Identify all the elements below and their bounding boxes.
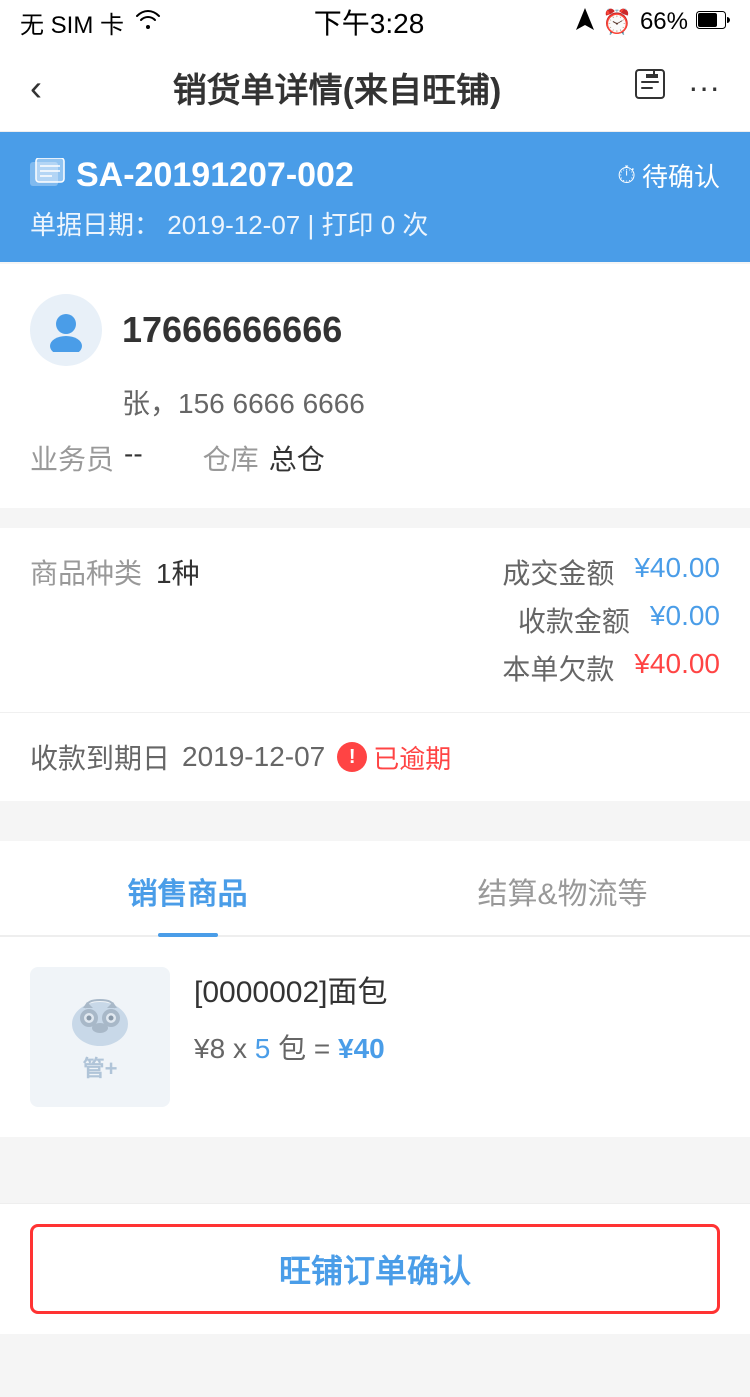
owed-label: 本单欠款 bbox=[502, 648, 614, 688]
customer-top: 17666666666 bbox=[30, 294, 720, 366]
order-header-card: SA-20191207-002 ⏱ 待确认 单据日期： 2019-12-07 |… bbox=[0, 132, 750, 262]
confirm-order-button[interactable]: 旺铺订单确认 bbox=[30, 1224, 720, 1314]
avatar bbox=[30, 294, 102, 366]
due-date-section: 收款到期日 2019-12-07 ! 已逾期 bbox=[0, 712, 750, 801]
overdue-badge: ! 已逾期 bbox=[337, 739, 451, 776]
multiply-sign: x bbox=[233, 1033, 255, 1064]
product-logo-plus: 管+ bbox=[83, 1051, 118, 1083]
tab-sales-products[interactable]: 销售商品 bbox=[0, 841, 375, 935]
order-number: SA-20191207-002 bbox=[30, 156, 354, 195]
amount-row-1: 成交金额 ¥40.00 bbox=[502, 552, 720, 592]
more-button[interactable]: ··· bbox=[688, 69, 720, 106]
product-qty: 5 bbox=[255, 1033, 271, 1064]
amount-row-2: 收款金额 ¥0.00 bbox=[518, 600, 720, 640]
alarm-icon: ⏰ bbox=[602, 8, 632, 37]
product-info: [0000002]面包 ¥8 x 5 包 = ¥40 bbox=[194, 967, 720, 1107]
summary-section: 商品种类 1种 成交金额 ¥40.00 收款金额 ¥0.00 本单欠款 ¥40.… bbox=[0, 528, 750, 712]
product-unit: 包 bbox=[278, 1033, 306, 1064]
warehouse-value: 总仓 bbox=[269, 438, 325, 478]
warehouse-item: 仓库 总仓 bbox=[203, 438, 325, 478]
product-type-value: 1种 bbox=[156, 552, 200, 592]
customer-section: 17666666666 张，156 6666 6666 业务员 -- 仓库 总仓 bbox=[0, 264, 750, 508]
product-item: 管+ [0000002]面包 ¥8 x 5 包 = ¥40 bbox=[0, 937, 750, 1137]
amounts: 成交金额 ¥40.00 收款金额 ¥0.00 本单欠款 ¥40.00 bbox=[502, 552, 720, 688]
customer-phone: 17666666666 bbox=[122, 309, 342, 351]
warehouse-label: 仓库 bbox=[203, 438, 259, 478]
salesperson-item: 业务员 -- bbox=[30, 438, 143, 478]
amount-value: ¥40.00 bbox=[634, 552, 720, 592]
order-date: 单据日期： 2019-12-07 | 打印 0 次 bbox=[30, 205, 720, 242]
product-price: ¥8 x 5 包 = ¥40 bbox=[194, 1027, 720, 1067]
order-icon bbox=[30, 156, 66, 195]
product-image: 管+ bbox=[30, 967, 170, 1107]
equals-sign: = bbox=[314, 1033, 338, 1064]
export-button[interactable] bbox=[632, 66, 668, 110]
customer-name: 张，156 6666 6666 bbox=[30, 382, 720, 422]
status-bar-right: ⏰ 66% bbox=[576, 8, 730, 37]
clock-icon: ⏱ bbox=[617, 162, 636, 190]
price-unit: ¥8 bbox=[194, 1033, 225, 1064]
tabs-header: 销售商品 结算&物流等 bbox=[0, 841, 750, 937]
order-header-top: SA-20191207-002 ⏱ 待确认 bbox=[30, 156, 720, 195]
customer-meta: 业务员 -- 仓库 总仓 bbox=[30, 438, 720, 478]
received-label: 收款金额 bbox=[518, 600, 630, 640]
tab-settlement[interactable]: 结算&物流等 bbox=[375, 841, 750, 935]
salesperson-value: -- bbox=[124, 438, 143, 478]
tabs-section: 销售商品 结算&物流等 管+ bbox=[0, 841, 750, 1137]
nav-actions: ··· bbox=[632, 66, 720, 110]
overdue-text: 已逾期 bbox=[373, 739, 451, 776]
divider-2 bbox=[0, 801, 750, 821]
order-status-badge: ⏱ 待确认 bbox=[617, 157, 720, 194]
page-title: 销货单详情(来自旺铺) bbox=[173, 63, 502, 112]
amount-row-3: 本单欠款 ¥40.00 bbox=[502, 648, 720, 688]
battery-text: 66% bbox=[640, 8, 688, 36]
wifi-icon bbox=[134, 8, 162, 36]
due-date-label: 收款到期日 bbox=[30, 737, 170, 777]
carrier-text: 无 SIM 卡 bbox=[20, 5, 124, 40]
product-type-label: 商品种类 bbox=[30, 552, 142, 592]
back-button[interactable]: ‹ bbox=[30, 67, 42, 109]
nav-bar: ‹ 销货单详情(来自旺铺) ··· bbox=[0, 44, 750, 132]
status-bar-left: 无 SIM 卡 bbox=[20, 5, 162, 40]
product-type: 商品种类 1种 bbox=[30, 552, 200, 592]
owed-value: ¥40.00 bbox=[634, 648, 720, 688]
location-icon bbox=[576, 8, 594, 37]
due-date-value: 2019-12-07 bbox=[182, 741, 325, 773]
status-bar-time: 下午3:28 bbox=[314, 2, 425, 42]
divider-1 bbox=[0, 508, 750, 528]
summary-row: 商品种类 1种 成交金额 ¥40.00 收款金额 ¥0.00 本单欠款 ¥40.… bbox=[30, 552, 720, 688]
product-name: [0000002]面包 bbox=[194, 967, 720, 1011]
salesperson-label: 业务员 bbox=[30, 438, 114, 478]
warning-icon: ! bbox=[337, 742, 367, 772]
product-logo: 管+ bbox=[65, 992, 135, 1083]
amount-label: 成交金额 bbox=[502, 552, 614, 592]
received-value: ¥0.00 bbox=[650, 600, 720, 640]
bottom-bar: 旺铺订单确认 bbox=[0, 1203, 750, 1334]
status-bar: 无 SIM 卡 下午3:28 ⏰ 66% bbox=[0, 0, 750, 44]
battery-icon bbox=[696, 8, 730, 36]
product-total: ¥40 bbox=[338, 1033, 385, 1064]
